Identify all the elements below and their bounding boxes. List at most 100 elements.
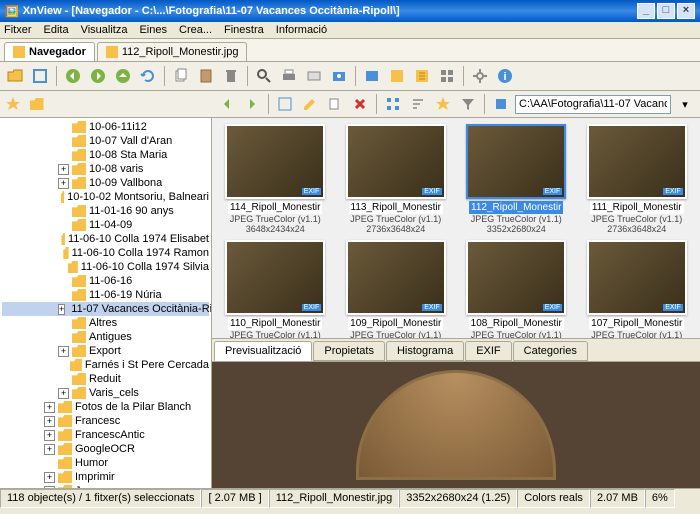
capture-button[interactable]: [328, 65, 350, 87]
tab-112_ripoll_monestir-jpg[interactable]: 112_Ripoll_Monestir.jpg: [97, 42, 248, 61]
tree-item[interactable]: 10-08 Sta Maria: [2, 148, 209, 162]
tree-item[interactable]: +Varis_cels: [2, 386, 209, 400]
tree-item[interactable]: +10-09 Vallbona: [2, 176, 209, 190]
refresh-button[interactable]: [137, 65, 159, 87]
copy2-button[interactable]: [324, 93, 346, 115]
tree-item[interactable]: Antigues: [2, 330, 209, 344]
folder-tree[interactable]: 10-06-11i1210-07 Vall d'Aran10-08 Sta Ma…: [0, 118, 212, 488]
menu-edita[interactable]: Edita: [44, 24, 69, 36]
menu-fitxer[interactable]: Fitxer: [4, 24, 32, 36]
menu-visualitza[interactable]: Visualitza: [81, 24, 128, 36]
tree-item[interactable]: Humor: [2, 456, 209, 470]
tree-item[interactable]: Farnés i St Pere Cercada: [2, 358, 209, 372]
tree-expand-icon[interactable]: +: [44, 486, 55, 489]
tree-expand-icon[interactable]: +: [58, 346, 69, 357]
tree-item[interactable]: 11-06-10 Colla 1974 Ramon: [2, 246, 209, 260]
preview-tab-histograma[interactable]: Histograma: [386, 341, 464, 361]
edit-button[interactable]: [299, 93, 321, 115]
tab-navegador[interactable]: Navegador: [4, 42, 95, 61]
thumbnail[interactable]: EXIF109_Ripoll_MonestirJPEG TrueColor (v…: [339, 240, 454, 338]
grid-button[interactable]: [436, 65, 458, 87]
tree-item[interactable]: +11-07 Vacances Occitània-Rip: [2, 302, 209, 316]
tree-expand-icon[interactable]: +: [58, 304, 65, 315]
folder-button[interactable]: [27, 93, 49, 115]
preview-tab-propietats[interactable]: Propietats: [313, 341, 385, 361]
menu-finestra[interactable]: Finestra: [224, 24, 264, 36]
favorites-button[interactable]: [2, 93, 24, 115]
settings-button[interactable]: [469, 65, 491, 87]
star-button[interactable]: [432, 93, 454, 115]
print-button[interactable]: [278, 65, 300, 87]
preview-tab-categories[interactable]: Categories: [513, 341, 588, 361]
sort-button[interactable]: [407, 93, 429, 115]
tree-item[interactable]: 11-06-19 Núria: [2, 288, 209, 302]
thumbnail[interactable]: EXIF108_Ripoll_MonestirJPEG TrueColor (v…: [459, 240, 574, 338]
tree-expand-icon[interactable]: +: [44, 402, 55, 413]
tree-item[interactable]: Altres: [2, 316, 209, 330]
tree-item[interactable]: +Export: [2, 344, 209, 358]
tree-item[interactable]: +Joan: [2, 484, 209, 488]
nav-back-button[interactable]: [216, 93, 238, 115]
thumbs-button[interactable]: [382, 93, 404, 115]
open-button[interactable]: [4, 65, 26, 87]
convert-button[interactable]: [386, 65, 408, 87]
tree-expand-icon[interactable]: +: [44, 472, 55, 483]
thumbnail[interactable]: EXIF107_Ripoll_MonestirJPEG TrueColor (v…: [580, 240, 695, 338]
paste-button[interactable]: [195, 65, 217, 87]
nav-forward-button[interactable]: [241, 93, 263, 115]
menu-crea...[interactable]: Crea...: [179, 24, 212, 36]
maximize-button[interactable]: □: [657, 3, 675, 19]
up-button[interactable]: [112, 65, 134, 87]
preview-tab-previsualització[interactable]: Previsualització: [214, 341, 312, 361]
forward-button[interactable]: [87, 65, 109, 87]
back-button[interactable]: [62, 65, 84, 87]
thumbnail[interactable]: EXIF113_Ripoll_MonestirJPEG TrueColor (v…: [339, 124, 454, 234]
tag-button[interactable]: [490, 93, 512, 115]
go-button[interactable]: ▾: [674, 93, 696, 115]
thumbnail[interactable]: EXIF112_Ripoll_MonestirJPEG TrueColor (v…: [459, 124, 574, 234]
copy-button[interactable]: [170, 65, 192, 87]
tree-expand-icon[interactable]: +: [58, 178, 69, 189]
tree-item[interactable]: 11-06-10 Colla 1974 Silvia: [2, 260, 209, 274]
thumbnail[interactable]: EXIF110_Ripoll_MonestirJPEG TrueColor (v…: [218, 240, 333, 338]
tree-item[interactable]: +10-08 varis: [2, 162, 209, 176]
search-button[interactable]: [253, 65, 275, 87]
tree-expand-icon[interactable]: +: [44, 416, 55, 427]
tree-expand-icon[interactable]: +: [44, 444, 55, 455]
tree-item[interactable]: 11-04-09: [2, 218, 209, 232]
tree-item[interactable]: 11-06-16: [2, 274, 209, 288]
menu-informació[interactable]: Informació: [276, 24, 327, 36]
tree-expand-icon[interactable]: +: [58, 164, 69, 175]
thumbnail[interactable]: EXIF111_Ripoll_MonestirJPEG TrueColor (v…: [580, 124, 695, 234]
thumbnail-grid[interactable]: EXIF114_Ripoll_MonestirJPEG TrueColor (v…: [212, 118, 700, 338]
tree-item[interactable]: +GoogleOCR: [2, 442, 209, 456]
menu-eines[interactable]: Eines: [139, 24, 167, 36]
tree-item[interactable]: +Imprimir: [2, 470, 209, 484]
tree-item[interactable]: 10-07 Vall d'Aran: [2, 134, 209, 148]
fullscreen-button[interactable]: [29, 65, 51, 87]
tree-item[interactable]: Reduit: [2, 372, 209, 386]
minimize-button[interactable]: _: [637, 3, 655, 19]
tree-item[interactable]: +FrancescAntic: [2, 428, 209, 442]
thumbnail[interactable]: EXIF114_Ripoll_MonestirJPEG TrueColor (v…: [218, 124, 333, 234]
view-button[interactable]: [274, 93, 296, 115]
tree-item[interactable]: +Francesc: [2, 414, 209, 428]
remove-button[interactable]: [349, 93, 371, 115]
close-button[interactable]: ×: [677, 3, 695, 19]
tree-item[interactable]: +Fotos de la Pilar Blanch: [2, 400, 209, 414]
info-button[interactable]: i: [494, 65, 516, 87]
batch-button[interactable]: [411, 65, 433, 87]
slideshow-button[interactable]: [361, 65, 383, 87]
scan-button[interactable]: [303, 65, 325, 87]
preview-tab-exif[interactable]: EXIF: [465, 341, 511, 361]
exif-badge: EXIF: [422, 188, 442, 195]
tree-item[interactable]: 10-10-02 Montsoriu, Balneari: [2, 190, 209, 204]
tree-item[interactable]: 10-06-11i12: [2, 120, 209, 134]
filter-button[interactable]: [457, 93, 479, 115]
address-bar[interactable]: [515, 95, 671, 114]
tree-expand-icon[interactable]: +: [58, 388, 69, 399]
tree-item[interactable]: 11-01-16 90 anys: [2, 204, 209, 218]
delete-button[interactable]: [220, 65, 242, 87]
tree-item[interactable]: 11-06-10 Colla 1974 Elisabet: [2, 232, 209, 246]
tree-expand-icon[interactable]: +: [44, 430, 55, 441]
